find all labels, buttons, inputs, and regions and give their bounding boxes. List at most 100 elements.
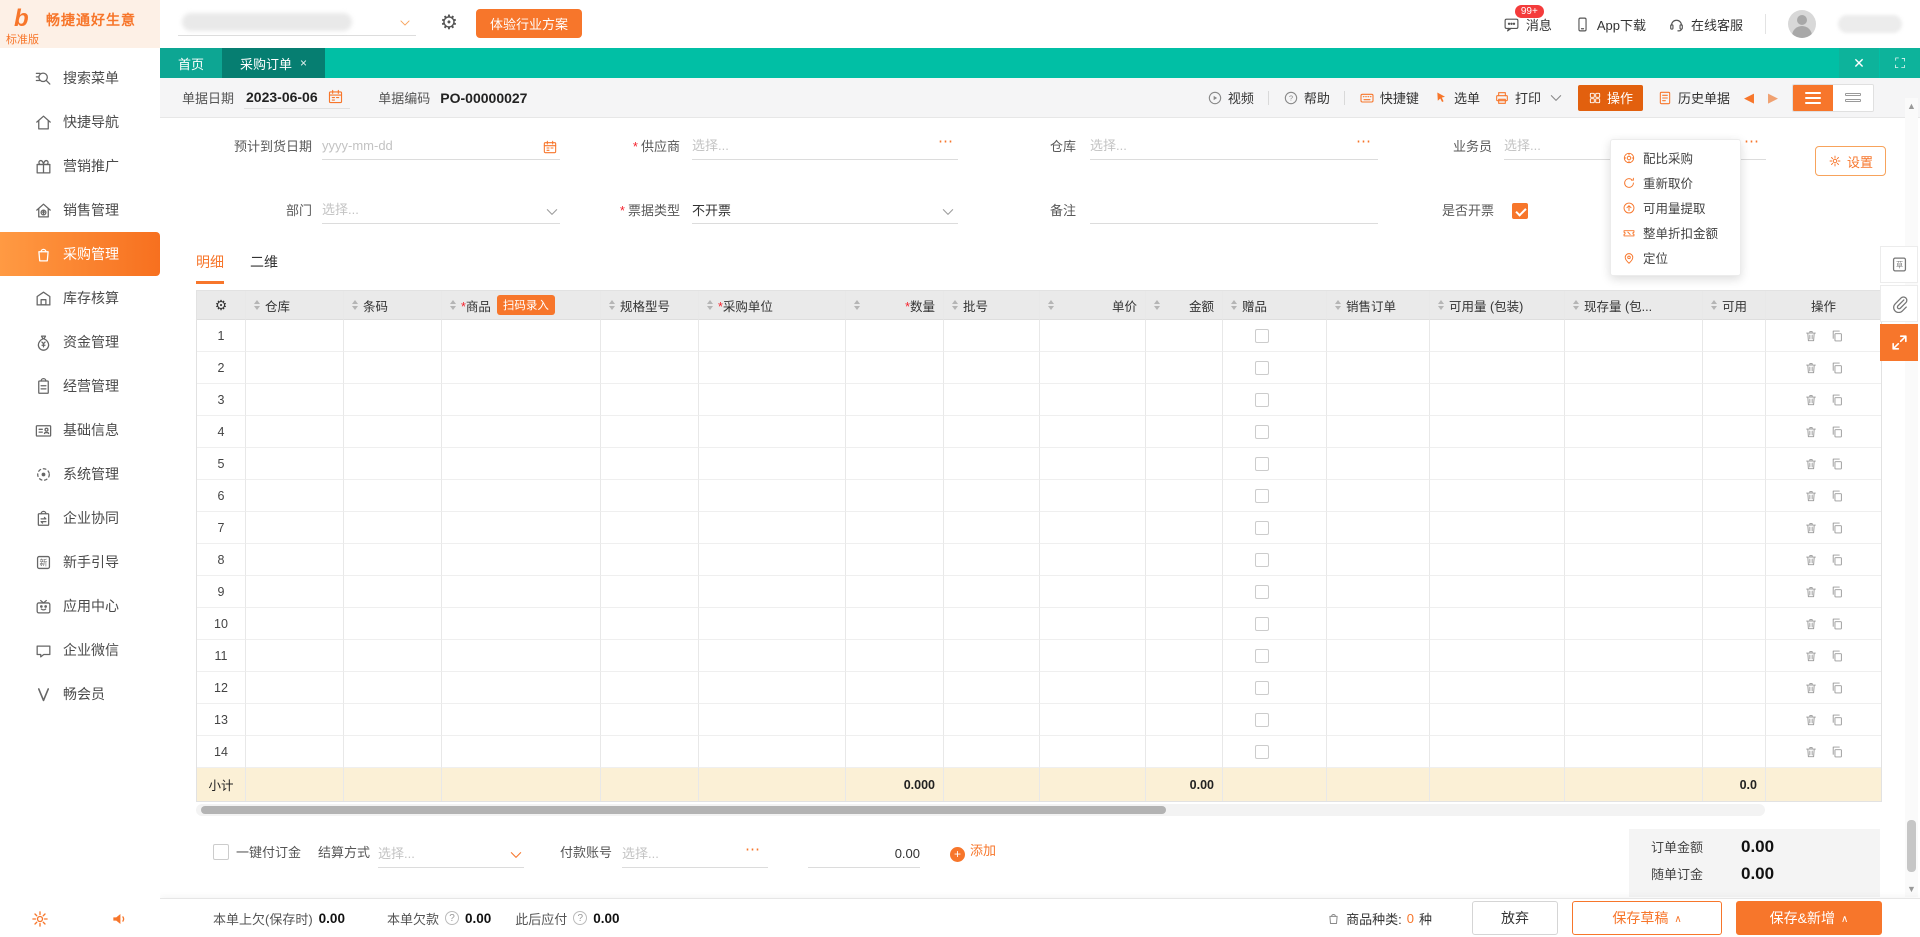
copy-icon[interactable] xyxy=(1830,521,1844,535)
cell-金额[interactable] xyxy=(1146,736,1223,768)
sort-icon[interactable] xyxy=(1231,300,1237,310)
cell-仓库[interactable] xyxy=(246,640,344,672)
cell-条码[interactable] xyxy=(344,704,442,736)
trash-icon[interactable] xyxy=(1804,329,1818,343)
cell-销售订单[interactable] xyxy=(1327,416,1430,448)
cell-销售订单[interactable] xyxy=(1327,704,1430,736)
gift-checkbox[interactable] xyxy=(1255,520,1269,535)
trash-icon[interactable] xyxy=(1804,585,1818,599)
sidebar-item-营销推广[interactable]: 营销推广 xyxy=(0,144,160,188)
gift-checkbox[interactable] xyxy=(1255,392,1269,407)
gift-checkbox[interactable] xyxy=(1255,456,1269,471)
cell-可用量 (包装)[interactable] xyxy=(1430,608,1565,640)
expected-date-input[interactable] xyxy=(322,132,560,160)
trial-solution-button[interactable]: 体验行业方案 xyxy=(476,9,583,38)
cell-金额[interactable] xyxy=(1146,608,1223,640)
help-circle-icon[interactable]: ? xyxy=(573,911,588,925)
sidebar-item-新手引导[interactable]: 新新手引导 xyxy=(0,540,160,584)
cell-可用量 (包装)[interactable] xyxy=(1430,384,1565,416)
cell-金额[interactable] xyxy=(1146,672,1223,704)
cell-现存量 (包...[interactable] xyxy=(1565,576,1703,608)
salesman-picker-icon[interactable]: ⋯ xyxy=(1744,132,1760,150)
calendar-icon[interactable] xyxy=(542,139,558,155)
sidebar-item-经营管理[interactable]: 经营管理 xyxy=(0,364,160,408)
sidebar-item-采购管理[interactable]: 采购管理 xyxy=(0,232,160,276)
tab-purchase-order[interactable]: 采购订单 × xyxy=(222,48,326,78)
cell-数量[interactable] xyxy=(846,448,944,480)
cell-商品[interactable] xyxy=(442,640,601,672)
cell-单价[interactable] xyxy=(1040,736,1146,768)
horizontal-scrollbar[interactable] xyxy=(196,804,1765,816)
operations-button[interactable]: 操作 xyxy=(1577,84,1643,111)
toolbar-打印[interactable]: 打印 xyxy=(1494,88,1564,107)
list-view-button[interactable] xyxy=(1793,84,1833,111)
trash-icon[interactable] xyxy=(1804,713,1818,727)
cell-采购单位[interactable] xyxy=(699,512,846,544)
settings-gear-icon[interactable] xyxy=(30,909,50,929)
column-header-商品[interactable]: *商品 扫码录入 xyxy=(442,291,601,320)
cell-商品[interactable] xyxy=(442,320,601,352)
copy-icon[interactable] xyxy=(1830,585,1844,599)
add-payment-button[interactable]: + 添加 xyxy=(950,836,996,866)
column-header-金额[interactable]: 金额 xyxy=(1146,291,1223,320)
cell-数量[interactable] xyxy=(846,384,944,416)
cell-可用量 (包装)[interactable] xyxy=(1430,512,1565,544)
tab-detail[interactable]: 明细 xyxy=(196,252,224,284)
cell-销售订单[interactable] xyxy=(1327,448,1430,480)
cell-可用量 (包装)[interactable] xyxy=(1430,672,1565,704)
gift-checkbox[interactable] xyxy=(1255,584,1269,599)
cell-数量[interactable] xyxy=(846,480,944,512)
cell-可用[interactable] xyxy=(1703,352,1766,384)
cell-商品[interactable] xyxy=(442,352,601,384)
trash-icon[interactable] xyxy=(1804,681,1818,695)
cell-商品[interactable] xyxy=(442,512,601,544)
announcement-speaker-icon[interactable] xyxy=(110,909,130,929)
cell-采购单位[interactable] xyxy=(699,416,846,448)
cell-可用[interactable] xyxy=(1703,704,1766,736)
cell-销售订单[interactable] xyxy=(1327,384,1430,416)
sort-icon[interactable] xyxy=(1711,300,1717,310)
sidebar-item-资金管理[interactable]: 资金管理 xyxy=(0,320,160,364)
column-header-单价[interactable]: 单价 xyxy=(1040,291,1146,320)
column-header-可用[interactable]: 可用 xyxy=(1703,291,1766,320)
column-settings-gear-icon[interactable]: ⚙ xyxy=(197,291,246,320)
copy-icon[interactable] xyxy=(1830,681,1844,695)
cell-商品[interactable] xyxy=(442,608,601,640)
cell-条码[interactable] xyxy=(344,352,442,384)
scroll-down-icon[interactable]: ▼ xyxy=(1905,884,1918,894)
cell-单价[interactable] xyxy=(1040,640,1146,672)
toolbar-视频[interactable]: 视频 xyxy=(1207,88,1254,107)
copy-icon[interactable] xyxy=(1830,425,1844,439)
column-header-规格型号[interactable]: 规格型号 xyxy=(601,291,699,320)
cell-批号[interactable] xyxy=(944,640,1040,672)
cell-仓库[interactable] xyxy=(246,544,344,576)
cell-金额[interactable] xyxy=(1146,544,1223,576)
warehouse-input[interactable] xyxy=(1090,132,1378,160)
cancel-button[interactable]: 放弃 xyxy=(1472,901,1558,935)
cell-条码[interactable] xyxy=(344,576,442,608)
menu-item-整单折扣金额[interactable]: 整单折扣金额 xyxy=(1611,220,1740,245)
column-header-赠品[interactable]: 赠品 xyxy=(1223,291,1327,320)
gift-checkbox[interactable] xyxy=(1255,680,1269,695)
cell-单价[interactable] xyxy=(1040,352,1146,384)
cell-批号[interactable] xyxy=(944,512,1040,544)
cell-可用[interactable] xyxy=(1703,384,1766,416)
top-link-App下载[interactable]: App下载 xyxy=(1574,15,1646,34)
cell-批号[interactable] xyxy=(944,544,1040,576)
menu-item-可用量提取[interactable]: 可用量提取 xyxy=(1611,195,1740,220)
cell-批号[interactable] xyxy=(944,384,1040,416)
close-tab-icon[interactable]: × xyxy=(300,56,307,70)
warehouse-picker-icon[interactable]: ⋯ xyxy=(1356,132,1372,150)
cell-可用[interactable] xyxy=(1703,448,1766,480)
toolbar-快捷键[interactable]: 快捷键 xyxy=(1359,88,1419,107)
cell-批号[interactable] xyxy=(944,480,1040,512)
sidebar-item-基础信息[interactable]: 基础信息 xyxy=(0,408,160,452)
cell-可用[interactable] xyxy=(1703,544,1766,576)
chevron-down-icon[interactable] xyxy=(940,204,956,220)
toolbar-历史单据[interactable]: 历史单据 xyxy=(1657,88,1730,107)
sidebar-item-应用中心[interactable]: 应用中心 xyxy=(0,584,160,628)
cell-数量[interactable] xyxy=(846,672,944,704)
cell-可用[interactable] xyxy=(1703,640,1766,672)
cell-商品[interactable] xyxy=(442,480,601,512)
cell-金额[interactable] xyxy=(1146,640,1223,672)
